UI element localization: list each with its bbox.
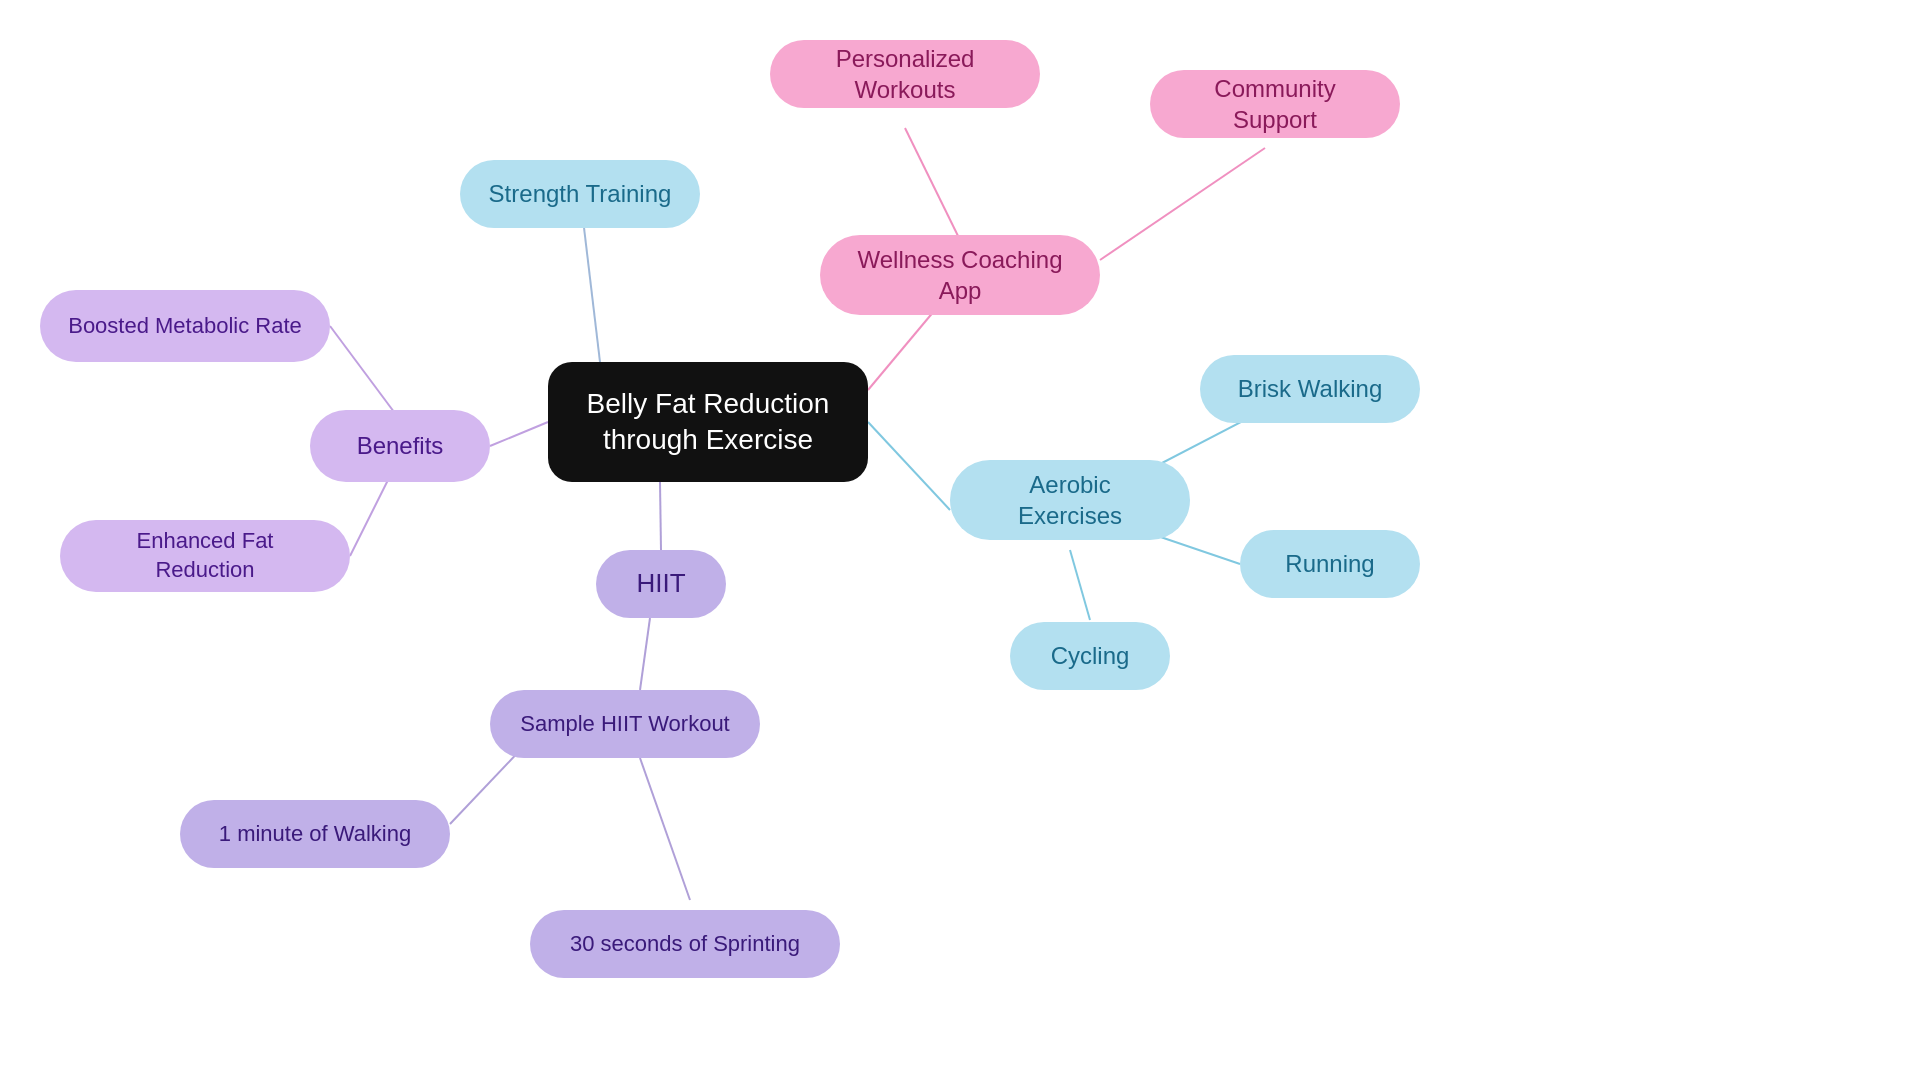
svg-line-0	[490, 422, 548, 446]
center-node: Belly Fat Reduction through Exercise	[548, 362, 868, 482]
aerobic-exercises-node: Aerobic Exercises	[950, 460, 1190, 540]
personalized-workouts-node: Personalized Workouts	[770, 40, 1040, 108]
running-node: Running	[1240, 530, 1420, 598]
svg-line-5	[640, 618, 650, 690]
benefits-node: Benefits	[310, 410, 490, 482]
svg-line-14	[1070, 550, 1090, 620]
community-support-node: Community Support	[1150, 70, 1400, 138]
svg-line-1	[330, 326, 400, 420]
sample-hiit-node: Sample HIIT Workout	[490, 690, 760, 758]
svg-line-9	[905, 128, 960, 240]
wellness-app-node: Wellness Coaching App	[820, 235, 1100, 315]
svg-line-4	[660, 482, 661, 550]
enhanced-fat-node: Enhanced Fat Reduction	[60, 520, 350, 592]
sprinting-node: 30 seconds of Sprinting	[530, 910, 840, 978]
svg-line-11	[868, 422, 950, 510]
svg-line-10	[1100, 148, 1265, 260]
brisk-walking-node: Brisk Walking	[1200, 355, 1420, 423]
walking-node: 1 minute of Walking	[180, 800, 450, 868]
strength-training-node: Strength Training	[460, 160, 700, 228]
hiit-node: HIIT	[596, 550, 726, 618]
boosted-metabolic-node: Boosted Metabolic Rate	[40, 290, 330, 362]
cycling-node: Cycling	[1010, 622, 1170, 690]
svg-line-7	[640, 758, 690, 900]
